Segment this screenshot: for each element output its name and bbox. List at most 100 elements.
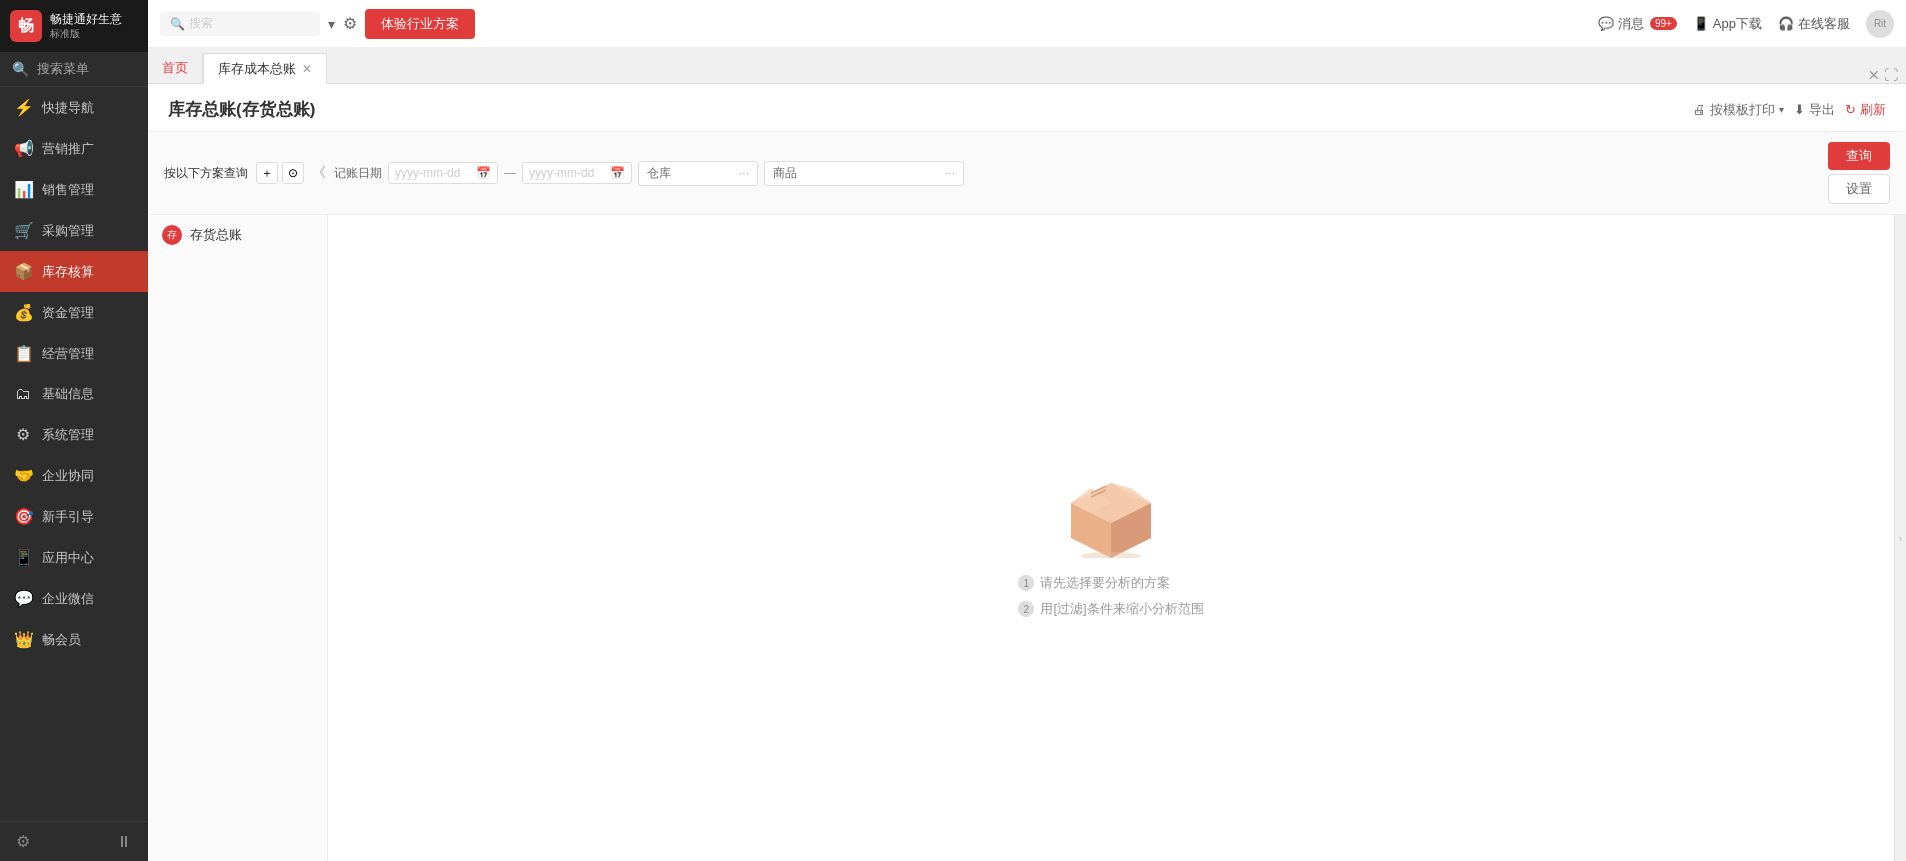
filter-actions: 查询 设置	[1828, 142, 1890, 204]
inventory-icon: 📦	[14, 262, 32, 281]
tab-inventory-ledger[interactable]: 库存成本总账 ✕	[203, 53, 327, 84]
topbar-search-box[interactable]: 🔍 搜索	[160, 11, 320, 36]
sidebar-item-member[interactable]: 👑 畅会员	[0, 619, 148, 660]
filter-icons: ＋ ⊙	[256, 162, 304, 184]
filter-bar: 按以下方案查询 ＋ ⊙ 《 记账日期 yyyy-mm-dd 📅 — yyyy-m…	[148, 132, 1906, 215]
date-end-input[interactable]: yyyy-mm-dd 📅	[522, 162, 632, 184]
sidebar-item-label: 新手引导	[42, 508, 94, 526]
tab-home[interactable]: 首页	[148, 53, 203, 83]
operation-icon: 📋	[14, 344, 32, 363]
logo-letter: 畅	[18, 16, 34, 37]
sidebar-item-inventory[interactable]: 📦 库存核算	[0, 251, 148, 292]
product-select[interactable]: 商品 ···	[764, 161, 964, 186]
newguide-icon: 🎯	[14, 507, 32, 526]
right-handle[interactable]: ›	[1894, 215, 1906, 861]
app-download-label: App下载	[1713, 15, 1762, 33]
sidebar-item-label: 营销推广	[42, 140, 94, 158]
audio-footer-icon[interactable]: ⏸	[116, 833, 132, 851]
sidebar-item-sales[interactable]: 📊 销售管理	[0, 169, 148, 210]
topbar-gear-icon[interactable]: ⚙	[343, 14, 357, 33]
sidebar-item-system[interactable]: ⚙ 系统管理	[0, 414, 148, 455]
user-avatar[interactable]: Rit	[1866, 10, 1894, 38]
tab-close-icon[interactable]: ✕	[302, 62, 312, 76]
tab-inventory-ledger-label: 库存成本总账	[218, 60, 296, 78]
scheme-icon: 存	[162, 225, 182, 245]
print-label: 按模板打印	[1710, 101, 1775, 119]
sidebar-item-marketing[interactable]: 📢 营销推广	[0, 128, 148, 169]
sidebar-search-label: 搜索菜单	[37, 60, 89, 78]
sidebar-item-label: 快捷导航	[42, 99, 94, 117]
main-body: 存 存货总账	[148, 215, 1906, 861]
tab-expand-icon[interactable]: ⛶	[1884, 67, 1898, 83]
filter-add-button[interactable]: ＋	[256, 162, 278, 184]
sidebar-item-basic[interactable]: 🗂 基础信息	[0, 374, 148, 414]
product-more-icon[interactable]: ···	[945, 166, 955, 180]
main-area: 🔍 搜索 ▾ ⚙ 体验行业方案 💬 消息 99+ 📱 App下载 🎧 在线客服	[148, 0, 1906, 861]
topbar-search-icon: 🔍	[170, 17, 185, 31]
tab-home-label: 首页	[162, 59, 188, 77]
date-end-placeholder: yyyy-mm-dd	[529, 166, 594, 180]
sidebar-item-label: 采购管理	[42, 222, 94, 240]
sidebar-item-label: 基础信息	[42, 385, 94, 403]
dropdown-icon[interactable]: ▾	[328, 16, 335, 32]
filter-section: 记账日期 yyyy-mm-dd 📅 — yyyy-mm-dd 📅 仓库 ··· …	[334, 161, 1820, 186]
member-icon: 👑	[14, 630, 32, 649]
print-button[interactable]: 🖨 按模板打印 ▾	[1693, 101, 1784, 119]
online-service-button[interactable]: 🎧 在线客服	[1778, 15, 1850, 33]
query-button[interactable]: 查询	[1828, 142, 1890, 170]
export-button[interactable]: ⬇ 导出	[1794, 101, 1835, 119]
sidebar-item-operation[interactable]: 📋 经营管理	[0, 333, 148, 374]
sidebar-item-wechat[interactable]: 💬 企业微信	[0, 578, 148, 619]
app-download-button[interactable]: 📱 App下载	[1693, 15, 1762, 33]
date-start-placeholder: yyyy-mm-dd	[395, 166, 460, 180]
filter-collapse-icon[interactable]: 《	[312, 164, 326, 182]
online-service-icon: 🎧	[1778, 16, 1794, 31]
cooperation-icon: 🤝	[14, 466, 32, 485]
warehouse-select[interactable]: 仓库 ···	[638, 161, 758, 186]
calendar-end-icon[interactable]: 📅	[610, 166, 625, 180]
refresh-button[interactable]: ↻ 刷新	[1845, 101, 1886, 119]
tip-num-2: 2	[1018, 601, 1034, 617]
sidebar-search[interactable]: 🔍 搜索菜单	[0, 52, 148, 87]
tip-num-1: 1	[1018, 575, 1034, 591]
message-label: 消息	[1618, 15, 1644, 33]
settings-button[interactable]: 设置	[1828, 174, 1890, 204]
wechat-icon: 💬	[14, 589, 32, 608]
date-start-input[interactable]: yyyy-mm-dd 📅	[388, 162, 498, 184]
warehouse-more-icon[interactable]: ···	[739, 166, 749, 180]
sidebar-item-newguide[interactable]: 🎯 新手引导	[0, 496, 148, 537]
settings-footer-icon[interactable]: ⚙	[16, 832, 30, 851]
sidebar-item-label: 应用中心	[42, 549, 94, 567]
right-handle-icon: ›	[1899, 533, 1902, 544]
scheme-item-label: 存货总账	[190, 226, 242, 244]
sidebar-item-label: 系统管理	[42, 426, 94, 444]
app-version: 标准版	[50, 27, 122, 40]
sidebar-item-finance[interactable]: 💰 资金管理	[0, 292, 148, 333]
date-label: 记账日期	[334, 165, 382, 182]
tab-close-all-icon[interactable]: ✕	[1868, 67, 1880, 83]
online-service-label: 在线客服	[1798, 15, 1850, 33]
sidebar: 畅 畅捷通好生意 标准版 🔍 搜索菜单 ⚡ 快捷导航 📢 营销推广 📊 销售管理…	[0, 0, 148, 861]
apps-icon: 📱	[14, 548, 32, 567]
sidebar-item-purchase[interactable]: 🛒 采购管理	[0, 210, 148, 251]
sidebar-item-label: 企业微信	[42, 590, 94, 608]
scheme-sidebar: 存 存货总账	[148, 215, 328, 861]
trial-button[interactable]: 体验行业方案	[365, 9, 475, 39]
calendar-start-icon[interactable]: 📅	[476, 166, 491, 180]
refresh-icon: ↻	[1845, 102, 1856, 117]
sidebar-footer: ⚙ ⏸	[0, 821, 148, 861]
sidebar-item-quick-nav[interactable]: ⚡ 快捷导航	[0, 87, 148, 128]
logo-text: 畅捷通好生意 标准版	[50, 12, 122, 41]
filter-label: 按以下方案查询	[164, 165, 248, 182]
sidebar-item-cooperation[interactable]: 🤝 企业协同	[0, 455, 148, 496]
sidebar-item-apps[interactable]: 📱 应用中心	[0, 537, 148, 578]
tabbar: 首页 库存成本总账 ✕ ✕ ⛶	[148, 48, 1906, 84]
filter-edit-button[interactable]: ⊙	[282, 162, 304, 184]
refresh-label: 刷新	[1860, 101, 1886, 119]
message-button[interactable]: 💬 消息 99+	[1598, 15, 1677, 33]
scheme-item-inventory[interactable]: 存 存货总账	[148, 215, 327, 255]
page-title: 库存总账(存货总账)	[168, 98, 315, 121]
print-icon: 🖨	[1693, 102, 1706, 117]
content-area: 库存总账(存货总账) 🖨 按模板打印 ▾ ⬇ 导出 ↻ 刷新 按以下方案查询	[148, 84, 1906, 861]
tip-text-1: 请先选择要分析的方案	[1040, 574, 1170, 592]
